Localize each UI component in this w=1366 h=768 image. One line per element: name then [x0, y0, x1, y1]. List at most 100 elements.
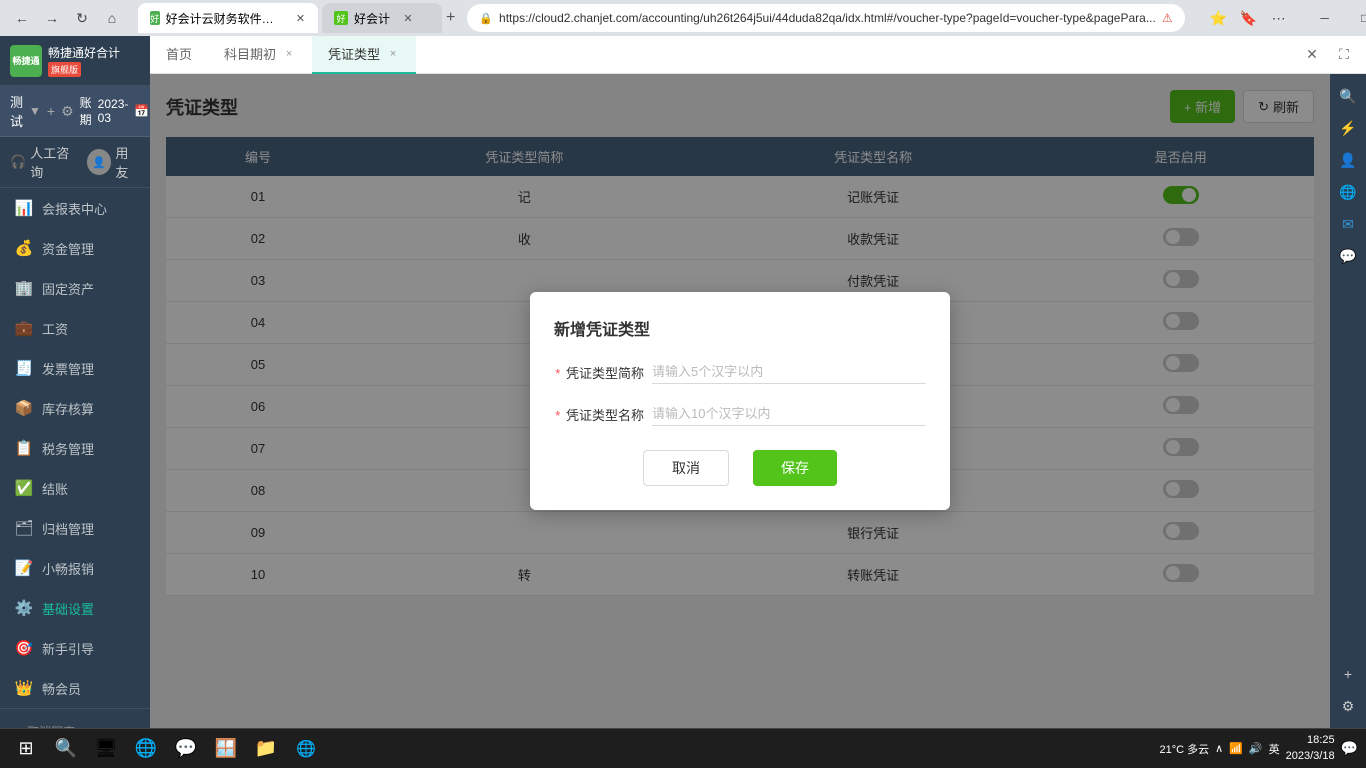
- modal-footer: 取消 保存: [554, 450, 926, 486]
- settings-btn[interactable]: ⋯: [1265, 4, 1293, 32]
- expand-panel-btn[interactable]: ⛶: [1330, 41, 1358, 69]
- name-input[interactable]: [652, 402, 926, 426]
- sidebar-item-funds[interactable]: 💰 资金管理: [0, 228, 150, 268]
- sidebar-item-fixed-assets[interactable]: 🏢 固定资产: [0, 268, 150, 308]
- required-star-name: *: [555, 408, 560, 423]
- sidebar-item-invoices[interactable]: 🧾 发票管理: [0, 348, 150, 388]
- sidebar-item-tax[interactable]: 📋 税务管理: [0, 428, 150, 468]
- cancel-fixed-button[interactable]: ◀ 取消固定: [0, 717, 150, 728]
- company-name[interactable]: 测试: [10, 92, 23, 130]
- new-tab-button[interactable]: +: [446, 4, 455, 32]
- browser-tab-1-close[interactable]: ✕: [295, 10, 306, 26]
- forward-button[interactable]: →: [38, 4, 66, 32]
- close-panel-btn[interactable]: ✕: [1298, 41, 1326, 69]
- sidebar-item-member[interactable]: 👑 畅会员: [0, 668, 150, 708]
- content-wrapper: 首页 科目期初 × 凭证类型 × ✕ ⛶ 凭证类型: [150, 36, 1366, 728]
- sidebar-item-archive[interactable]: 🗂 归档管理: [0, 508, 150, 548]
- rs-user-btn[interactable]: 👤: [1334, 146, 1362, 174]
- taskbar-edge[interactable]: 🌐: [288, 731, 324, 767]
- taskbar-wechat[interactable]: 💬: [168, 731, 204, 767]
- rs-chat-btn[interactable]: 💬: [1334, 242, 1362, 270]
- sidebar-label-payroll: 工资: [42, 319, 68, 338]
- tab-voucher-type[interactable]: 凭证类型 ×: [312, 36, 416, 74]
- sidebar-label-settings: 基础设置: [42, 599, 94, 618]
- tax-icon: 📋: [14, 438, 34, 458]
- cancel-button[interactable]: 取消: [643, 450, 729, 486]
- member-icon: 👑: [14, 678, 34, 698]
- notification-button[interactable]: 💬: [1341, 740, 1358, 757]
- start-button[interactable]: ⊞: [8, 731, 44, 767]
- name-label: * 凭证类型名称: [554, 405, 644, 424]
- sidebar-item-settings[interactable]: ⚙️ 基础设置: [0, 588, 150, 628]
- maximize-button[interactable]: □: [1345, 3, 1366, 33]
- collection-btn[interactable]: 🔖: [1235, 4, 1263, 32]
- taskbar-task-view[interactable]: 🖥: [88, 731, 124, 767]
- tab-subjects-close[interactable]: ×: [282, 47, 296, 61]
- sidebar-item-dashboard[interactable]: 📊 会报表中心: [0, 188, 150, 228]
- browser-tab-2-title: 好会计: [354, 10, 390, 27]
- rs-globe-btn[interactable]: 🌐: [1334, 178, 1362, 206]
- content-and-right: 凭证类型 + 新增 ↻ 刷新 编号 凭证类型简称: [150, 74, 1366, 728]
- sidebar-bottom: ◀ 取消固定: [0, 708, 150, 728]
- settings-nav-icon: ⚙️: [14, 598, 34, 618]
- rs-search-btn[interactable]: 🔍: [1334, 82, 1362, 110]
- system-time[interactable]: 18:25 2023/3/18: [1286, 733, 1335, 764]
- sidebar-item-settlement[interactable]: ✅ 结账: [0, 468, 150, 508]
- sidebar: 畅捷通 畅捷通好合计 旗舰版 测试 ▼ + ⚙ 账期 2023-03 📅 🎧 人…: [0, 36, 150, 728]
- browser-tab-1[interactable]: 好 好会计云财务软件管理系统_会计 ✕: [138, 3, 318, 33]
- sidebar-label-inventory: 库存核算: [42, 399, 94, 418]
- abbr-label: * 凭证类型简称: [554, 363, 644, 382]
- sidebar-label-funds: 资金管理: [42, 239, 94, 258]
- add-company-icon[interactable]: +: [47, 103, 55, 119]
- sidebar-item-inventory[interactable]: 📦 库存核算: [0, 388, 150, 428]
- browser-tab-2-close[interactable]: ✕: [400, 10, 416, 26]
- address-bar[interactable]: 🔒 https://cloud2.chanjet.com/accounting/…: [467, 4, 1184, 32]
- logo-badge: 旗舰版: [48, 62, 81, 77]
- invoices-icon: 🧾: [14, 358, 34, 378]
- rs-settings-btn[interactable]: ⚙: [1334, 692, 1362, 720]
- extensions-btn[interactable]: ⭐: [1205, 4, 1233, 32]
- settings-icon[interactable]: ⚙: [61, 103, 74, 120]
- rs-add-btn[interactable]: +: [1334, 660, 1362, 688]
- calendar-icon[interactable]: 📅: [134, 104, 149, 118]
- taskbar-weather: 21°C 多云: [1160, 741, 1210, 757]
- sidebar-item-expense[interactable]: 📝 小畅报销: [0, 548, 150, 588]
- chevron-up-icon[interactable]: ∧: [1215, 742, 1223, 755]
- taskbar-lang[interactable]: 英: [1269, 741, 1280, 757]
- user-info[interactable]: 👤 用友: [87, 143, 140, 181]
- sidebar-label-tax: 税务管理: [42, 439, 94, 458]
- refresh-button[interactable]: ↻: [68, 4, 96, 32]
- taskbar-search[interactable]: 🔍: [48, 731, 84, 767]
- tab-voucher-type-close[interactable]: ×: [386, 47, 400, 61]
- home-button[interactable]: ⌂: [98, 4, 126, 32]
- back-button[interactable]: ←: [8, 4, 36, 32]
- cancel-fixed-label: 取消固定: [27, 723, 75, 728]
- tab-favicon-1: 好: [150, 11, 160, 25]
- abbr-input[interactable]: [652, 360, 926, 384]
- taskbar-windows[interactable]: 🪟: [208, 731, 244, 767]
- rs-lightning-btn[interactable]: ⚡: [1334, 114, 1362, 142]
- form-row-abbr: * 凭证类型简称: [554, 360, 926, 384]
- sidebar-items: 📊 会报表中心 💰 资金管理 🏢 固定资产 💼 工资 🧾 发票管理 📦: [0, 188, 150, 708]
- fixed-assets-icon: 🏢: [14, 278, 34, 298]
- consulting-button[interactable]: 🎧 人工咨询: [10, 143, 79, 181]
- modal-title: 新增凭证类型: [554, 316, 926, 340]
- browser-tab-2[interactable]: 好 好会计 ✕: [322, 3, 442, 33]
- modal-overlay[interactable]: 新增凭证类型 * 凭证类型简称 * 凭证类型名称: [150, 74, 1330, 728]
- app-logo: 畅捷通 畅捷通好合计 旗舰版: [0, 36, 150, 86]
- security-icon: ⚠: [1162, 11, 1173, 25]
- tab-home[interactable]: 首页: [150, 36, 208, 74]
- page-content: 凭证类型 + 新增 ↻ 刷新 编号 凭证类型简称: [150, 74, 1330, 728]
- sidebar-item-guide[interactable]: 🎯 新手引导: [0, 628, 150, 668]
- sound-icon: 🔊: [1249, 742, 1263, 755]
- taskbar-folder[interactable]: 📁: [248, 731, 284, 767]
- dropdown-icon[interactable]: ▼: [29, 104, 41, 118]
- rs-mail-btn[interactable]: ✉: [1334, 210, 1362, 238]
- archive-icon: 🗂: [14, 518, 34, 538]
- minimize-button[interactable]: ─: [1305, 3, 1345, 33]
- sidebar-item-payroll[interactable]: 💼 工资: [0, 308, 150, 348]
- taskbar-browser[interactable]: 🌐: [128, 731, 164, 767]
- browser-controls: ← → ↻ ⌂: [8, 4, 126, 32]
- save-button[interactable]: 保存: [753, 450, 837, 486]
- tab-subjects[interactable]: 科目期初 ×: [208, 36, 312, 74]
